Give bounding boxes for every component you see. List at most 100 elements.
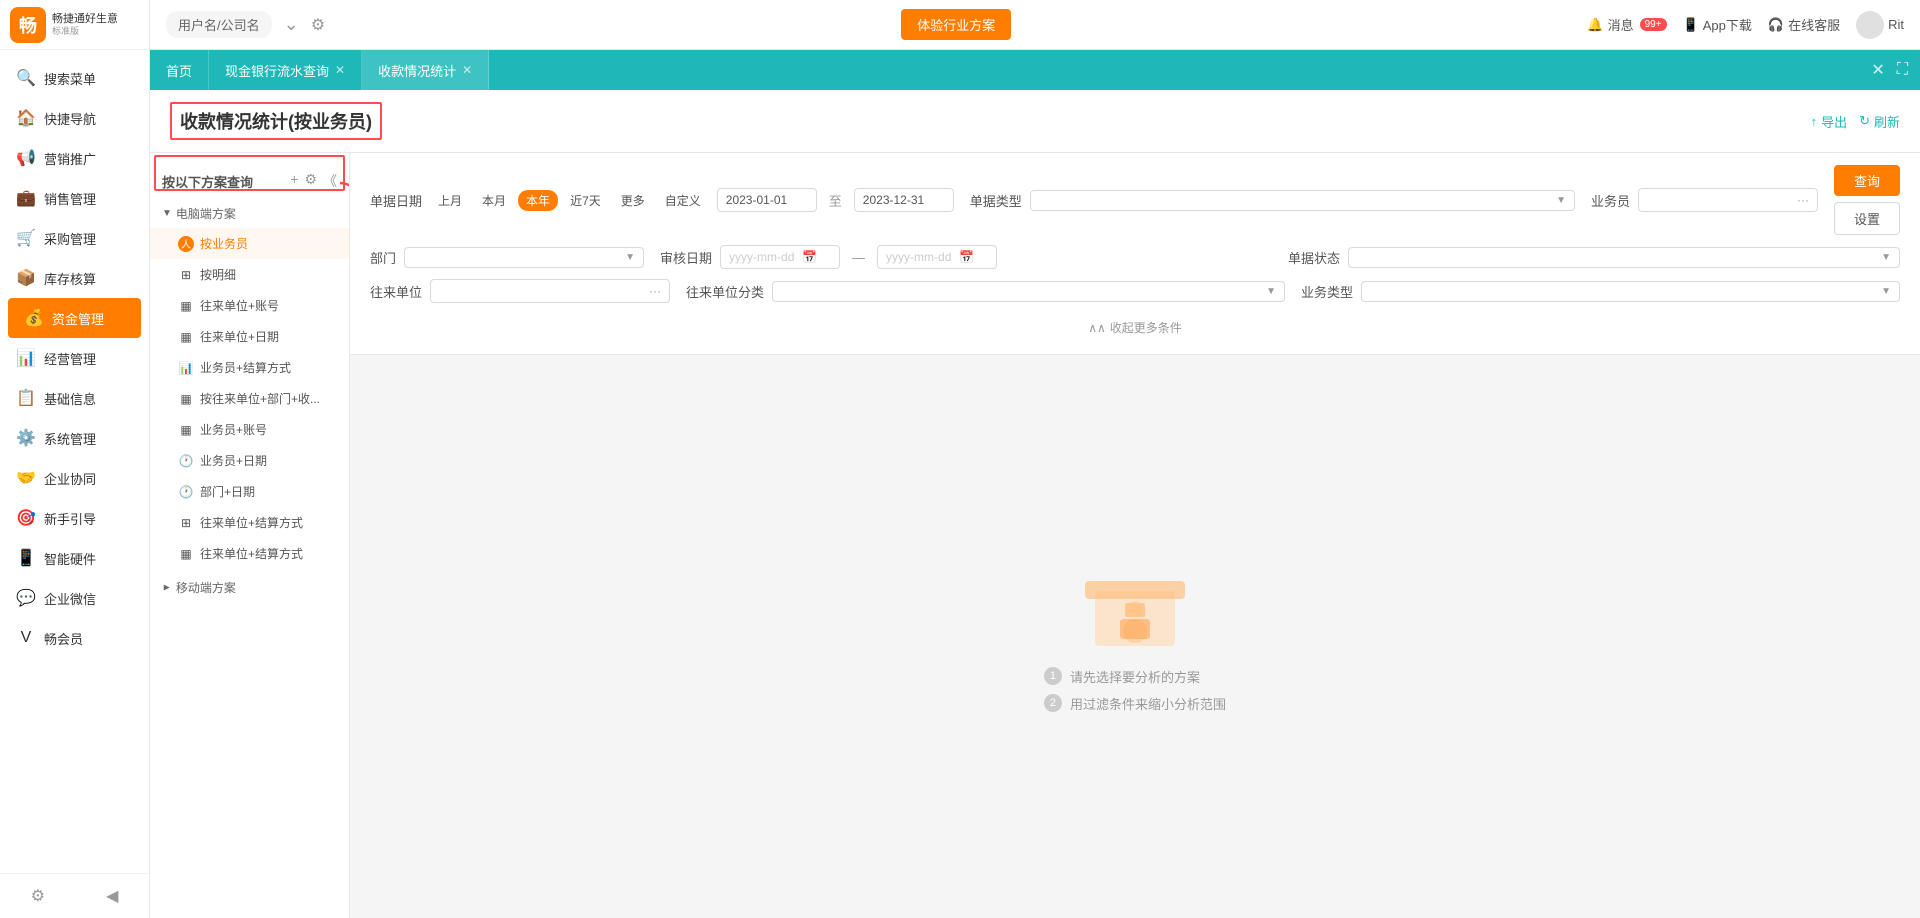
topbar-gear-icon[interactable]: ⚙ [311,15,325,35]
date-tab-more[interactable]: 更多 [613,190,653,211]
add-schema-button[interactable]: + [290,171,298,191]
salesperson-select[interactable]: ··· [1638,188,1818,212]
sidebar-item-finance[interactable]: 💰 资金管理 [8,298,141,338]
counterpart-category-chevron-icon: ▼ [1266,286,1276,297]
filter-area: 单据日期 上月 本月 本年 近7天 更多 自定义 2023-01-01 [350,153,1920,355]
collapse-sidebar-icon[interactable]: ◀ [106,886,118,906]
sidebar-item-quick-nav[interactable]: 🏠 快捷导航 [0,98,149,138]
schema-item-salesperson-payment[interactable]: 📊 业务员+结算方式 [150,352,349,383]
sidebar-item-operations[interactable]: 📊 经营管理 [0,338,149,378]
logo-text: 畅捷通好生意 标准版 [52,12,118,38]
schema-item-by-detail[interactable]: ⊞ 按明细 [150,259,349,290]
user-avatar[interactable]: Rit [1856,11,1904,39]
calendar-icon[interactable]: 📅 [802,250,817,264]
schema-item-counterpart-payment2[interactable]: ▦ 往来单位+结算方式 [150,538,349,569]
main-area: 用户名/公司名 ⌄ ⚙ 体验行业方案 🔔 消息 99+ 📱 App下载 🎧 在线… [150,0,1920,918]
enterprise-icon: 🤝 [16,468,36,488]
counterpart-category-select[interactable]: ▼ [772,281,1285,302]
topbar-right: 🔔 消息 99+ 📱 App下载 🎧 在线客服 Rit [1587,11,1904,39]
sidebar-item-inventory[interactable]: 📦 库存核算 [0,258,149,298]
sidebar-item-hardware[interactable]: 📱 智能硬件 [0,538,149,578]
app-download-item[interactable]: 📱 App下载 [1683,15,1752,34]
hardware-icon: 📱 [16,548,36,568]
query-button[interactable]: 查询 [1834,165,1900,196]
sidebar-item-guide[interactable]: 🎯 新手引导 [0,498,149,538]
marketing-icon: 📢 [16,148,36,168]
purchase-icon: 🛒 [16,228,36,248]
page-title: 收款情况统计(按业务员) [170,102,382,140]
schema-item-counterpart-date[interactable]: ▦ 往来单位+日期 [150,321,349,352]
filter-row-1: 单据日期 上月 本月 本年 近7天 更多 自定义 2023-01-01 [370,165,1900,235]
collapse-filters-button[interactable]: ∧∧ 收起更多条件 [1088,313,1182,342]
schema-item-counterpart-payment1[interactable]: ⊞ 往来单位+结算方式 [150,507,349,538]
salesperson-filter: 业务员 ··· [1591,188,1818,212]
date-tab-this-year[interactable]: 本年 [518,190,558,211]
schema-item-counterpart-dept[interactable]: ▦ 按往来单位+部门+收... [150,383,349,414]
dept-select[interactable]: ▼ [404,247,644,268]
grid-icon: ⊞ [178,267,194,283]
voucher-type-filter: 单据类型 ▼ [970,190,1575,211]
schema-item-dept-date[interactable]: 🕐 部门+日期 [150,476,349,507]
sidebar-item-vip[interactable]: V 畅会员 [0,618,149,658]
sidebar-item-basic[interactable]: 📋 基础信息 [0,378,149,418]
collapse-icon: ∧∧ [1088,321,1106,335]
avatar [1856,11,1884,39]
schema-item-salesperson-date[interactable]: 🕐 业务员+日期 [150,445,349,476]
close-all-icon[interactable]: ✕ [1871,60,1884,80]
tab-home[interactable]: 首页 [150,50,209,90]
hint-number-2: 2 [1044,694,1062,712]
sidebar-item-system[interactable]: ⚙️ 系统管理 [0,418,149,458]
counterpart-select[interactable]: ··· [430,279,670,303]
tab-collection-stats[interactable]: 收款情况统计 ✕ [362,50,489,90]
table5-icon: ▦ [178,546,194,562]
sidebar-item-purchase[interactable]: 🛒 采购管理 [0,218,149,258]
vip-icon: V [16,628,36,648]
counterpart-dots-icon[interactable]: ··· [649,284,661,298]
voucher-status-select[interactable]: ▼ [1348,247,1900,268]
sidebar-item-wechat[interactable]: 💬 企业微信 [0,578,149,618]
sidebar-item-enterprise[interactable]: 🤝 企业协同 [0,458,149,498]
sidebar-item-marketing[interactable]: 📢 营销推广 [0,138,149,178]
voucher-status-filter: 单据状态 ▼ [1288,247,1900,268]
date-from-input[interactable]: 2023-01-01 [717,188,817,212]
schema-item-by-salesperson[interactable]: 人 按业务员 [150,228,349,259]
date-label: 单据日期 [370,191,422,210]
online-service-item[interactable]: 🎧 在线客服 [1768,15,1840,34]
date-tab-custom[interactable]: 自定义 [657,190,709,211]
refresh-button[interactable]: ↻ 刷新 [1859,112,1900,131]
schema-item-counterpart-account[interactable]: ▦ 往来单位+账号 [150,290,349,321]
schema-item-salesperson-account[interactable]: ▦ 业务员+账号 [150,414,349,445]
date-tab-last-month[interactable]: 上月 [430,190,470,211]
sidebar-item-search[interactable]: 🔍 搜索菜单 [0,58,149,98]
audit-date-to-input[interactable]: yyyy-mm-dd 📅 [877,245,997,269]
settings-icon[interactable]: ⚙ [31,886,45,906]
notifications-item[interactable]: 🔔 消息 99+ [1587,15,1666,34]
export-button[interactable]: ↑ 导出 [1811,112,1848,131]
tab-bank-flow[interactable]: 现金银行流水查询 ✕ [209,50,362,90]
settings-button[interactable]: 设置 [1834,202,1900,235]
maximize-icon[interactable]: ⛶ [1897,61,1908,79]
date-tab-7days[interactable]: 近7天 [562,190,609,211]
audit-date-separator: — [852,250,865,265]
dropdown-icon[interactable]: ⌄ [284,14,299,35]
date-to-input[interactable]: 2023-12-31 [854,188,954,212]
tab-close-collection-stats[interactable]: ✕ [462,63,472,77]
schema-group-mobile-title[interactable]: ▼ 移动端方案 [150,573,349,602]
trial-button[interactable]: 体验行业方案 [901,9,1011,40]
panel-settings-icon[interactable]: ⚙ [304,171,317,191]
schema-group-desktop-title[interactable]: ▼ 电脑端方案 [150,199,349,228]
voucher-status-label: 单据状态 [1288,248,1340,267]
system-icon: ⚙️ [16,428,36,448]
voucher-type-chevron-icon: ▼ [1556,195,1566,206]
grid2-icon: ⊞ [178,515,194,531]
salesperson-dots-icon[interactable]: ··· [1797,193,1809,207]
business-type-select[interactable]: ▼ [1361,281,1900,302]
calendar2-icon[interactable]: 📅 [959,250,974,264]
audit-date-from-input[interactable]: yyyy-mm-dd 📅 [720,245,840,269]
panel-collapse-icon[interactable]: 《 [323,171,337,191]
voucher-type-select[interactable]: ▼ [1030,190,1575,211]
sidebar-item-sales[interactable]: 💼 销售管理 [0,178,149,218]
date-tab-this-month[interactable]: 本月 [474,190,514,211]
filter-row-2: 部门 ▼ 审核日期 yyyy-mm-dd 📅 [370,245,1900,269]
tab-close-bank-flow[interactable]: ✕ [335,63,345,77]
